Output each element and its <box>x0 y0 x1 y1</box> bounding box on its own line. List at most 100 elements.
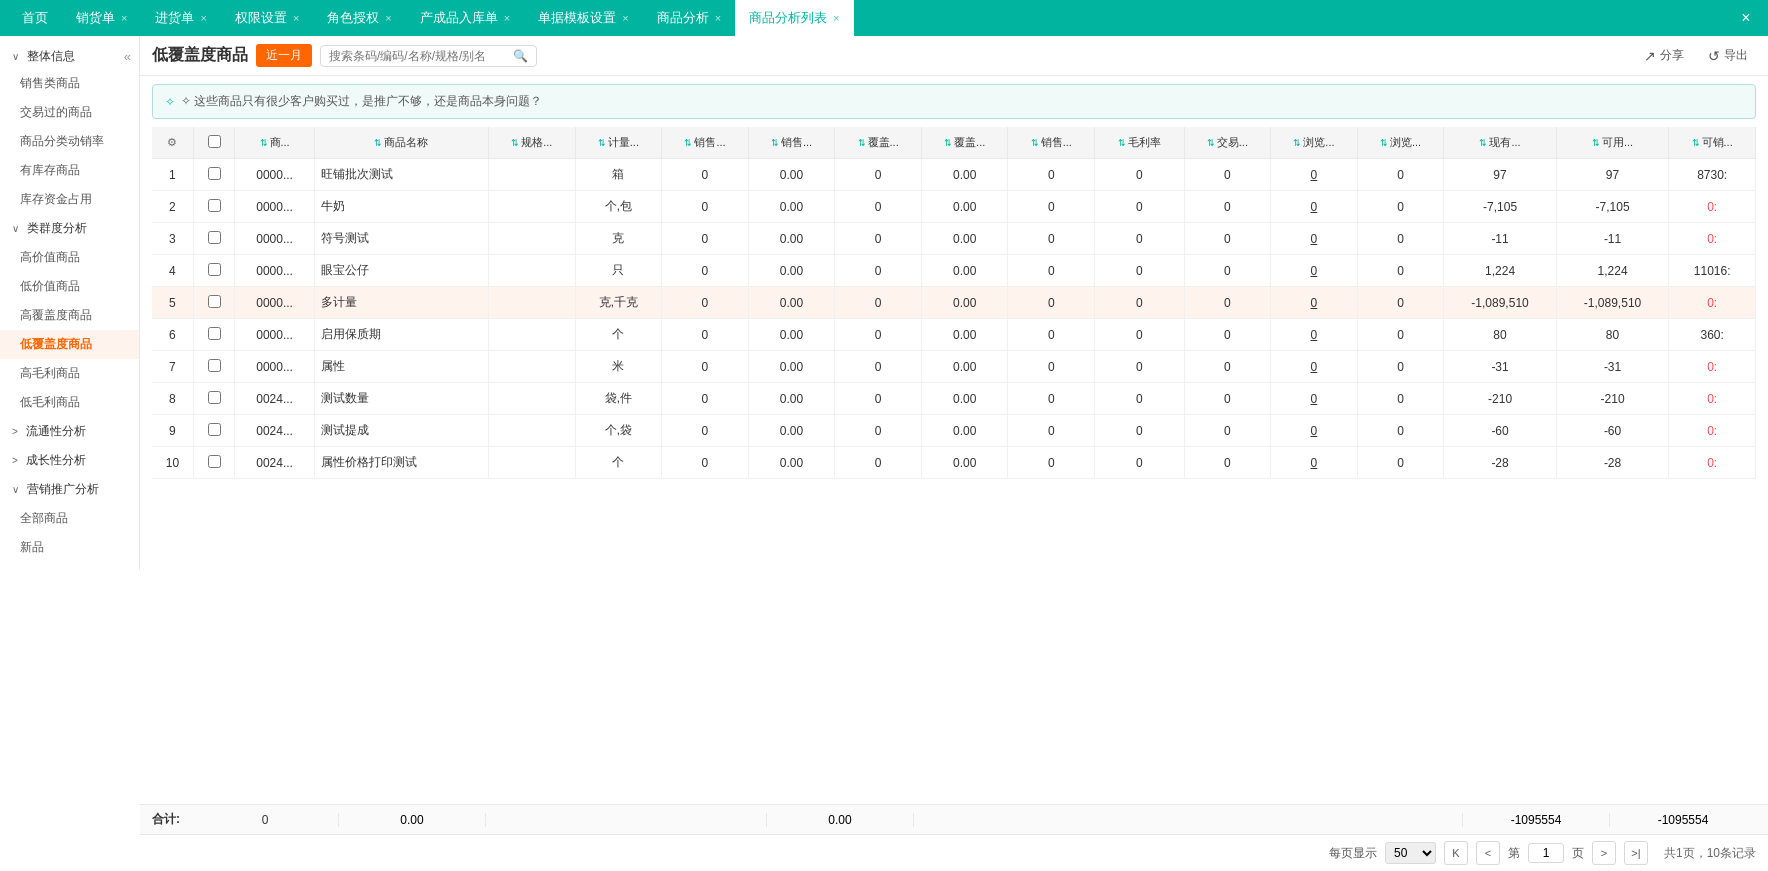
sidebar-section-overview[interactable]: ∨ 整体信息 <box>12 48 75 65</box>
sidebar-collapse-btn[interactable]: « <box>124 49 131 64</box>
sales-qty-column-header[interactable]: ⇅销售... <box>662 127 749 159</box>
sidebar-section-growth[interactable]: > 成长性分析 <box>0 446 139 475</box>
settings-column-header[interactable]: ⚙ <box>152 127 193 159</box>
sidebar-item-high-profit[interactable]: 高毛利商品 <box>0 359 139 388</box>
row-current-stock: 97 <box>1444 159 1557 191</box>
close-icon[interactable]: × <box>200 12 206 24</box>
current-stock-column-header[interactable]: ⇅现有... <box>1444 127 1557 159</box>
current-page-input[interactable] <box>1528 843 1564 863</box>
sidebar-item-high-coverage[interactable]: 高覆盖度商品 <box>0 301 139 330</box>
gross-margin-column-header[interactable]: ⇅毛利率 <box>1095 127 1185 159</box>
row-gross-margin: 0 <box>1095 159 1185 191</box>
row-browse1[interactable]: 0 <box>1271 287 1358 319</box>
row-checkbox[interactable] <box>208 167 221 180</box>
nav-sales-order[interactable]: 销货单 × <box>62 0 141 36</box>
search-icon[interactable]: 🔍 <box>513 49 528 63</box>
nav-permission[interactable]: 权限设置 × <box>221 0 313 36</box>
close-icon[interactable]: × <box>622 12 628 24</box>
sidebar-item-low-coverage[interactable]: 低覆盖度商品 <box>0 330 139 359</box>
sidebar-item-all-goods[interactable]: 全部商品 <box>0 504 139 533</box>
sidebar-item-traded-goods[interactable]: 交易过的商品 <box>0 98 139 127</box>
last-page-button[interactable]: >| <box>1624 841 1648 865</box>
transaction-column-header[interactable]: ⇅交易... <box>1184 127 1271 159</box>
sidebar-section-cluster[interactable]: ∨ 类群度分析 <box>0 214 139 243</box>
prev-page-button[interactable]: < <box>1476 841 1500 865</box>
sidebar-section-liquidity[interactable]: > 流通性分析 <box>0 417 139 446</box>
close-icon[interactable]: × <box>504 12 510 24</box>
pagination-bar: 每页显示 50 20 100 200 K < 第 页 > >| 共1页，10条记… <box>140 834 1768 871</box>
row-browse1[interactable]: 0 <box>1271 351 1358 383</box>
row-checkbox[interactable] <box>208 199 221 212</box>
search-input[interactable] <box>329 49 509 63</box>
row-checkbox[interactable] <box>208 359 221 372</box>
nav-role-auth[interactable]: 角色授权 × <box>313 0 405 36</box>
time-filter-button[interactable]: 近一月 <box>256 44 312 67</box>
row-num: 3 <box>152 223 193 255</box>
row-sales-amt: 0.00 <box>748 319 835 351</box>
sidebar-item-sales-goods[interactable]: 销售类商品 <box>0 69 139 98</box>
export-button[interactable]: ↺ 导出 <box>1700 44 1756 67</box>
nav-template-settings[interactable]: 单据模板设置 × <box>524 0 642 36</box>
row-browse1[interactable]: 0 <box>1271 255 1358 287</box>
row-checkbox[interactable] <box>208 295 221 308</box>
first-page-button[interactable]: K <box>1444 841 1468 865</box>
row-browse1[interactable]: 0 <box>1271 191 1358 223</box>
row-checkbox[interactable] <box>208 263 221 276</box>
close-icon[interactable]: × <box>121 12 127 24</box>
nav-production-warehouse[interactable]: 产成品入库单 × <box>406 0 524 36</box>
row-checkbox[interactable] <box>208 391 221 404</box>
close-icon[interactable]: × <box>293 12 299 24</box>
coverage1-column-header[interactable]: ⇅覆盖... <box>835 127 922 159</box>
close-icon[interactable]: × <box>385 12 391 24</box>
browse2-column-header[interactable]: ⇅浏览... <box>1357 127 1444 159</box>
nav-purchase-order[interactable]: 进货单 × <box>141 0 220 36</box>
nav-home[interactable]: 首页 <box>8 0 62 36</box>
row-browse1[interactable]: 0 <box>1271 319 1358 351</box>
sidebar-item-low-profit[interactable]: 低毛利商品 <box>0 388 139 417</box>
sidebar-item-category-rate[interactable]: 商品分类动销率 <box>0 127 139 156</box>
row-current-stock: -11 <box>1444 223 1557 255</box>
unit-column-header[interactable]: ⇅计量... <box>575 127 662 159</box>
nav-product-analysis[interactable]: 商品分析 × <box>643 0 735 36</box>
name-column-header[interactable]: ⇅商品名称 <box>314 127 488 159</box>
row-checkbox[interactable] <box>208 231 221 244</box>
nav-product-analysis-list[interactable]: 商品分析列表 × <box>735 0 853 36</box>
row-code: 0024... <box>235 447 314 479</box>
row-name: 启用保质期 <box>314 319 488 351</box>
sidebar-item-stock-capital[interactable]: 库存资金占用 <box>0 185 139 214</box>
sidebar-item-high-value[interactable]: 高价值商品 <box>0 243 139 272</box>
sidebar-section-marketing[interactable]: ∨ 营销推广分析 <box>0 475 139 504</box>
row-checkbox[interactable] <box>208 327 221 340</box>
next-page-button[interactable]: > <box>1592 841 1616 865</box>
page-size-select[interactable]: 50 20 100 200 <box>1385 842 1436 864</box>
row-sales-days: 0 <box>1008 159 1095 191</box>
row-browse1[interactable]: 0 <box>1271 383 1358 415</box>
close-icon[interactable]: × <box>833 12 839 24</box>
share-button[interactable]: ↗ 分享 <box>1636 44 1692 67</box>
sellable-column-header[interactable]: ⇅可销... <box>1669 127 1756 159</box>
row-browse1[interactable]: 0 <box>1271 415 1358 447</box>
sales-amt-column-header[interactable]: ⇅销售... <box>748 127 835 159</box>
row-browse1[interactable]: 0 <box>1271 159 1358 191</box>
select-all-checkbox[interactable] <box>208 135 221 148</box>
code-column-header[interactable]: ⇅商... <box>235 127 314 159</box>
available-column-header[interactable]: ⇅可用... <box>1556 127 1669 159</box>
browse1-column-header[interactable]: ⇅浏览... <box>1271 127 1358 159</box>
row-browse2: 0 <box>1357 255 1444 287</box>
settings-icon[interactable]: ⚙ <box>167 136 177 148</box>
row-checkbox[interactable] <box>208 423 221 436</box>
sidebar-item-low-value[interactable]: 低价值商品 <box>0 272 139 301</box>
coverage2-column-header[interactable]: ⇅覆盖... <box>921 127 1008 159</box>
row-checkbox[interactable] <box>208 455 221 468</box>
sidebar-item-new-goods[interactable]: 新品 <box>0 533 139 562</box>
row-browse1[interactable]: 0 <box>1271 223 1358 255</box>
sales-days-column-header[interactable]: ⇅销售... <box>1008 127 1095 159</box>
row-code: 0000... <box>235 351 314 383</box>
close-all-button[interactable]: × <box>1732 4 1760 32</box>
row-num: 4 <box>152 255 193 287</box>
row-code: 0000... <box>235 255 314 287</box>
sidebar-item-in-stock[interactable]: 有库存商品 <box>0 156 139 185</box>
row-browse1[interactable]: 0 <box>1271 447 1358 479</box>
close-icon[interactable]: × <box>715 12 721 24</box>
spec-column-header[interactable]: ⇅规格... <box>489 127 576 159</box>
